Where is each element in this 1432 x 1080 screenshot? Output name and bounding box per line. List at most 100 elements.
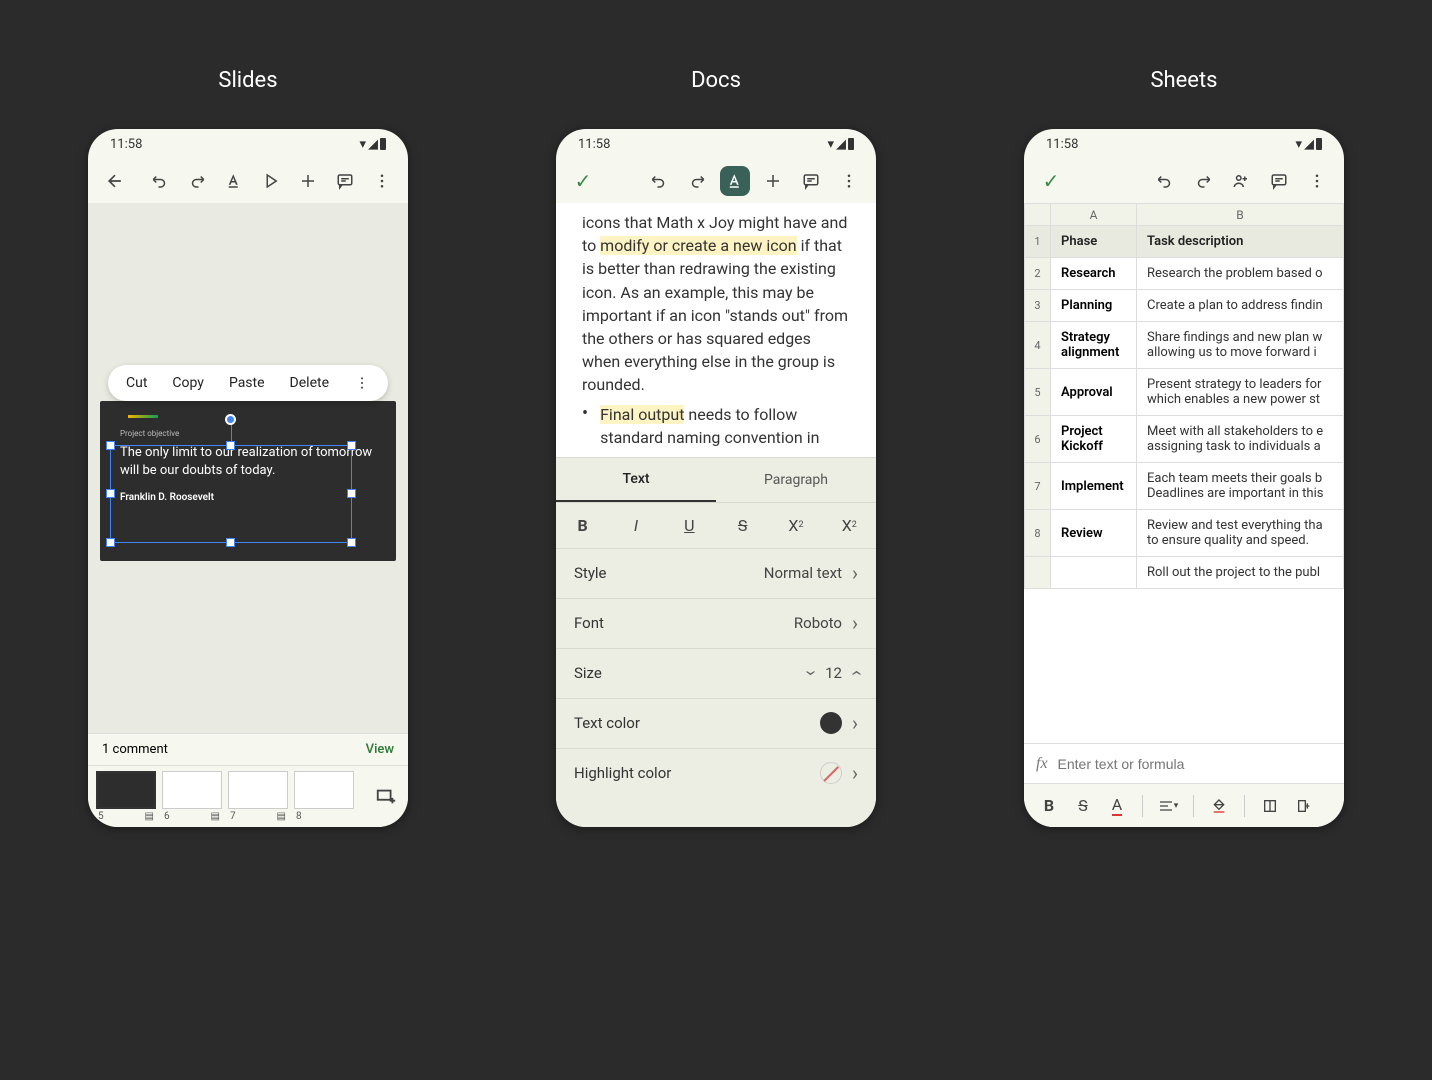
done-icon[interactable]: ✓ (1036, 166, 1066, 196)
slides-canvas[interactable]: Cut Copy Paste Delete Project objective … (88, 203, 408, 733)
cell-phase[interactable]: Research (1051, 258, 1137, 290)
strike-button[interactable]: S (1068, 791, 1098, 821)
handle-br[interactable] (347, 538, 356, 547)
delete-button[interactable]: Delete (290, 375, 329, 391)
cell-phase[interactable]: Planning (1051, 290, 1137, 322)
style-row[interactable]: Style Normal text› (556, 548, 876, 598)
cell-phase[interactable]: Review (1051, 510, 1137, 557)
rotate-handle[interactable] (225, 414, 236, 425)
play-icon[interactable] (256, 166, 285, 196)
bold-button[interactable]: B (1034, 791, 1064, 821)
back-icon[interactable] (100, 166, 129, 196)
undo-icon[interactable] (145, 166, 174, 196)
text-color-row[interactable]: Text color › (556, 698, 876, 748)
cell-desc[interactable]: Meet with all stakeholders to e assignin… (1137, 416, 1344, 463)
hdr-phase[interactable]: Phase (1051, 226, 1137, 258)
row-num[interactable]: 5 (1025, 369, 1051, 416)
tab-text[interactable]: Text (556, 458, 716, 502)
share-icon[interactable] (1226, 166, 1256, 196)
tab-paragraph[interactable]: Paragraph (716, 458, 876, 502)
cell-desc[interactable]: Review and test everything tha to ensure… (1137, 510, 1344, 557)
subscript-button[interactable]: X2 (823, 503, 876, 548)
undo-icon[interactable] (1150, 166, 1180, 196)
handle-ml[interactable] (106, 489, 115, 498)
view-link[interactable]: View (366, 742, 394, 757)
plus-icon[interactable] (293, 166, 322, 196)
cell-desc[interactable]: Each team meets their goals b Deadlines … (1137, 463, 1344, 510)
copy-button[interactable]: Copy (172, 375, 204, 391)
cut-button[interactable]: Cut (126, 375, 147, 391)
cell-phase[interactable]: Approval (1051, 369, 1137, 416)
comment-icon[interactable] (330, 166, 359, 196)
insert-button[interactable] (1289, 791, 1319, 821)
more-icon[interactable] (1302, 166, 1332, 196)
doc-text[interactable]: icons that Math x Joy might have and to … (556, 203, 876, 457)
formula-input[interactable] (1058, 756, 1332, 772)
col-a[interactable]: A (1051, 204, 1137, 226)
italic-button[interactable]: I (609, 503, 662, 548)
handle-bl[interactable] (106, 538, 115, 547)
comment-icon[interactable] (1264, 166, 1294, 196)
cell-options-button[interactable] (1255, 791, 1285, 821)
cell-desc[interactable]: Present strategy to leaders for which en… (1137, 369, 1344, 416)
paste-button[interactable]: Paste (229, 375, 265, 391)
size-decrease-icon[interactable]: › (800, 670, 824, 676)
cell-desc[interactable]: Create a plan to address findin (1137, 290, 1344, 322)
row-num[interactable] (1025, 557, 1051, 589)
cell-phase[interactable] (1051, 557, 1137, 589)
row-num[interactable]: 7 (1025, 463, 1051, 510)
handle-bm[interactable] (226, 538, 235, 547)
sheet-grid[interactable]: A B 1 Phase Task description 2ResearchRe… (1024, 203, 1344, 743)
cell-phase[interactable]: Project Kickoff (1051, 416, 1137, 463)
size-increase-icon[interactable]: › (843, 670, 867, 676)
font-row[interactable]: Font Roboto› (556, 598, 876, 648)
cell-desc[interactable]: Share findings and new plan w allowing u… (1137, 322, 1344, 369)
selection-box[interactable] (110, 445, 352, 543)
handle-tl[interactable] (106, 441, 115, 450)
handle-tr[interactable] (347, 441, 356, 450)
align-button[interactable]: ▾ (1153, 791, 1183, 821)
cell-phase[interactable]: Strategy alignment (1051, 322, 1137, 369)
fill-color-button[interactable] (1204, 791, 1234, 821)
more-icon[interactable] (834, 166, 864, 196)
thumb-6[interactable]: 6▤ (162, 771, 222, 822)
thumb-comment-icon: ▤ (145, 811, 154, 822)
comment-icon[interactable] (796, 166, 826, 196)
text-color-button[interactable]: A (1102, 791, 1132, 821)
redo-icon[interactable] (182, 166, 211, 196)
thumb-5[interactable]: 5▤ (96, 771, 156, 822)
docs-body: icons that Math x Joy might have and to … (556, 203, 876, 827)
cell-phase[interactable]: Implement (1051, 463, 1137, 510)
row-num[interactable]: 8 (1025, 510, 1051, 557)
redo-icon[interactable] (682, 166, 712, 196)
row-num[interactable]: 3 (1025, 290, 1051, 322)
row-num[interactable]: 2 (1025, 258, 1051, 290)
add-slide-button[interactable] (372, 783, 400, 811)
highlight-color-row[interactable]: Highlight color › (556, 748, 876, 798)
row-1[interactable]: 1 (1025, 226, 1051, 258)
text-format-icon[interactable] (219, 166, 248, 196)
thumb-8[interactable]: 8 (294, 771, 354, 822)
hdr-desc[interactable]: Task description (1137, 226, 1344, 258)
thumb-7[interactable]: 7▤ (228, 771, 288, 822)
superscript-button[interactable]: X2 (769, 503, 822, 548)
row-num[interactable]: 6 (1025, 416, 1051, 463)
underline-button[interactable]: U (663, 503, 716, 548)
plus-icon[interactable] (758, 166, 788, 196)
text-format-icon[interactable] (720, 166, 750, 196)
corner-cell[interactable] (1025, 204, 1051, 226)
undo-icon[interactable] (644, 166, 674, 196)
redo-icon[interactable] (1188, 166, 1218, 196)
cell-desc[interactable]: Roll out the project to the publ (1137, 557, 1344, 589)
context-more-icon[interactable] (354, 375, 370, 391)
battery-icon (1316, 138, 1322, 150)
done-icon[interactable]: ✓ (568, 166, 598, 196)
bold-button[interactable]: B (556, 503, 609, 548)
more-icon[interactable] (367, 166, 396, 196)
strike-button[interactable]: S (716, 503, 769, 548)
handle-tm[interactable] (226, 441, 235, 450)
cell-desc[interactable]: Research the problem based o (1137, 258, 1344, 290)
row-num[interactable]: 4 (1025, 322, 1051, 369)
handle-mr[interactable] (347, 489, 356, 498)
col-b[interactable]: B (1137, 204, 1344, 226)
